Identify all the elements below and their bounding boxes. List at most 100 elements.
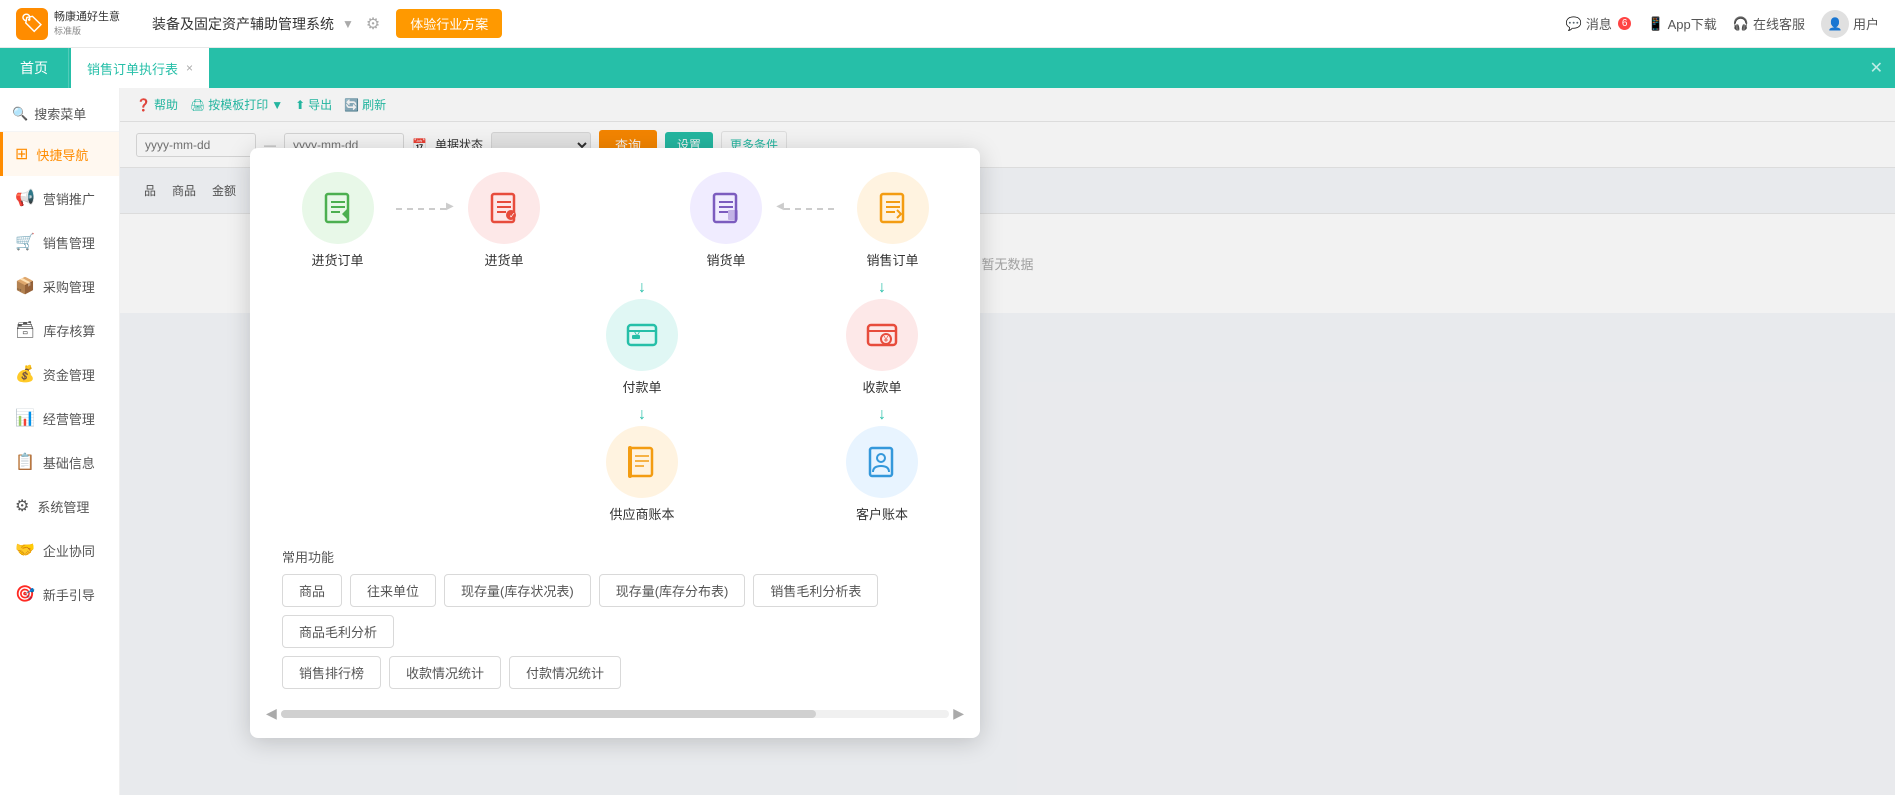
scroll-left-btn[interactable]: ◀ — [266, 705, 277, 722]
receipt-arrow-down: ↓ — [822, 404, 942, 426]
logo-icon: 🏷 — [16, 8, 48, 40]
sidebar-item-enterprise[interactable]: 🤝 企业协同 — [0, 528, 119, 572]
system-icon: ⚙ — [15, 496, 29, 516]
guide-icon: 🎯 — [15, 584, 35, 604]
experience-button[interactable]: 体验行业方案 — [396, 9, 502, 38]
purchase-slip-icon: ✓ — [468, 172, 540, 244]
flow-node-receipt-slip[interactable]: ¥ 收款单 — [822, 299, 942, 396]
sale-order-label: 销售订单 — [866, 250, 918, 269]
scroll-track[interactable] — [281, 710, 949, 718]
tab-close-icon[interactable]: × — [186, 61, 193, 75]
svg-text:¥: ¥ — [883, 335, 889, 344]
payment-slip-icon: ¥ — [606, 299, 678, 371]
sidebar-item-system[interactable]: ⚙ 系统管理 — [0, 484, 119, 528]
inventory-icon: 🗃 — [15, 320, 35, 340]
operation-icon: 📊 — [15, 408, 35, 428]
sidebar-item-quick-nav[interactable]: ⊞ 快捷导航 — [0, 132, 119, 176]
logo-sub: 标准版 — [54, 24, 120, 37]
payment-arrow-down: ↓ — [582, 404, 702, 426]
message-icon: 💬 — [1566, 16, 1582, 32]
sidebar-item-finance[interactable]: 💰 资金管理 — [0, 352, 119, 396]
sale-slip-label: 销货单 — [706, 250, 745, 269]
func-btn-partner[interactable]: 往来单位 — [350, 574, 436, 607]
svg-text:¥: ¥ — [633, 331, 640, 342]
sale-slip-arrow-down: ↓ — [822, 277, 942, 299]
quick-nav-modal: 进货订单 ✓ 进货单 — [250, 148, 980, 738]
common-title: 常用功能 — [282, 547, 948, 566]
message-badge: 6 — [1618, 17, 1632, 30]
payment-slip-label: 付款单 — [622, 377, 661, 396]
flow-node-sale-order[interactable]: 销售订单 — [837, 172, 948, 269]
app-download-item[interactable]: 📱 App下载 — [1647, 14, 1716, 33]
main-layout: 🔍 搜索菜单 ⊞ 快捷导航 📢 营销推广 🛒 销售管理 📦 采购管理 🗃 库存核… — [0, 88, 1895, 795]
flow-node-payment-slip[interactable]: ¥ 付款单 — [582, 299, 702, 396]
header-center: 装备及固定资产辅助管理系统 ▼ ⚙ 体验行业方案 — [136, 9, 1566, 38]
avatar: 👤 — [1821, 10, 1849, 38]
arrows-down-row-2: ↓ ↓ — [282, 404, 948, 426]
scroll-thumb — [281, 710, 816, 718]
enterprise-icon: 🤝 — [15, 540, 35, 560]
flow-node-purchase-slip[interactable]: ✓ 进货单 — [449, 172, 560, 269]
flow-node-supplier-ledger[interactable]: 供应商账本 — [582, 426, 702, 523]
tab-bar-end: ✕ — [209, 58, 1895, 78]
arrow-right-1 — [393, 208, 449, 234]
flow-node-sale-slip[interactable]: 销货单 — [671, 172, 782, 269]
receipt-slip-icon: ¥ — [846, 299, 918, 371]
sidebar-item-guide[interactable]: 🎯 新手引导 — [0, 572, 119, 616]
sidebar: 🔍 搜索菜单 ⊞ 快捷导航 📢 营销推广 🛒 销售管理 📦 采购管理 🗃 库存核… — [0, 88, 120, 795]
func-btn-gross-analysis[interactable]: 销售毛利分析表 — [753, 574, 878, 607]
scroll-right-btn[interactable]: ▶ — [953, 705, 964, 722]
marketing-icon: 📢 — [15, 188, 35, 208]
sidebar-item-basic-info[interactable]: 📋 基础信息 — [0, 440, 119, 484]
dropdown-arrow-icon[interactable]: ▼ — [342, 17, 354, 31]
sidebar-item-inventory[interactable]: 🗃 库存核算 — [0, 308, 119, 352]
func-btn-payment-stat[interactable]: 付款情况统计 — [509, 656, 621, 689]
quick-nav-icon: ⊞ — [15, 144, 28, 164]
logo-name: 畅康通好生意 — [54, 10, 120, 24]
flow-row-2: ¥ 付款单 ¥ 收款单 — [282, 299, 948, 396]
func-btn-product-gross[interactable]: 商品毛利分析 — [282, 615, 394, 648]
sidebar-item-operation[interactable]: 📊 经营管理 — [0, 396, 119, 440]
flow-row-1: 进货订单 ✓ 进货单 — [282, 172, 948, 269]
customer-ledger-icon — [846, 426, 918, 498]
svg-text:✓: ✓ — [509, 211, 516, 220]
sidebar-item-sales[interactable]: 🛒 销售管理 — [0, 220, 119, 264]
tab-sales-order[interactable]: 销售订单执行表 × — [71, 48, 209, 88]
search-icon: 🔍 — [12, 106, 28, 122]
gear-icon[interactable]: ⚙ — [366, 14, 380, 34]
flow-node-purchase-order[interactable]: 进货订单 — [282, 172, 393, 269]
dashed-right-icon — [396, 208, 446, 210]
header-right: 💬 消息 6 📱 App下载 🎧 在线客服 👤 用户 — [1566, 10, 1879, 38]
receipt-slip-label: 收款单 — [862, 377, 901, 396]
sidebar-item-marketing[interactable]: 📢 营销推广 — [0, 176, 119, 220]
search-menu-item[interactable]: 🔍 搜索菜单 — [0, 96, 119, 132]
tab-home[interactable]: 首页 — [0, 48, 69, 88]
supplier-ledger-icon — [606, 426, 678, 498]
logo-area: 🏷 畅康通好生意 标准版 — [16, 8, 136, 40]
content-area: ❓ 帮助 🖨 按模板打印 ▼ ⬆ 导出 🔄 刷新 — 📅 单据状态 — [120, 88, 1895, 795]
top-header: 🏷 畅康通好生意 标准版 装备及固定资产辅助管理系统 ▼ ⚙ 体验行业方案 💬 … — [0, 0, 1895, 48]
window-close-icon[interactable]: ✕ — [1870, 58, 1883, 78]
modal-body: 进货订单 ✓ 进货单 — [250, 148, 980, 697]
arrows-down-row: ↓ ↓ — [282, 277, 948, 299]
message-item[interactable]: 💬 消息 6 — [1566, 14, 1632, 33]
modal-scrollbar: ◀ ▶ — [250, 697, 980, 726]
flow-node-customer-ledger[interactable]: 客户账本 — [822, 426, 942, 523]
sidebar-item-purchase[interactable]: 📦 采购管理 — [0, 264, 119, 308]
flow-diagram: 进货订单 ✓ 进货单 — [282, 172, 948, 531]
purchase-order-icon — [302, 172, 374, 244]
online-service-item[interactable]: 🎧 在线客服 — [1733, 14, 1805, 33]
func-btn-sales-rank[interactable]: 销售排行榜 — [282, 656, 381, 689]
func-btn-inventory-status[interactable]: 现存量(库存状况表) — [444, 574, 591, 607]
func-buttons: 商品 往来单位 现存量(库存状况表) 现存量(库存分布表) 销售毛利分析表 商品… — [282, 574, 948, 648]
func-buttons-row2: 销售排行榜 收款情况统计 付款情况统计 — [282, 656, 948, 689]
sale-slip-icon — [690, 172, 762, 244]
sales-icon: 🛒 — [15, 232, 35, 252]
finance-icon: 💰 — [15, 364, 35, 384]
arrow-left-1 — [782, 208, 838, 234]
func-btn-receipt-stat[interactable]: 收款情况统计 — [389, 656, 501, 689]
supplier-ledger-label: 供应商账本 — [609, 504, 674, 523]
func-btn-product[interactable]: 商品 — [282, 574, 342, 607]
func-btn-inventory-dist[interactable]: 现存量(库存分布表) — [599, 574, 746, 607]
user-item[interactable]: 👤 用户 — [1821, 10, 1879, 38]
